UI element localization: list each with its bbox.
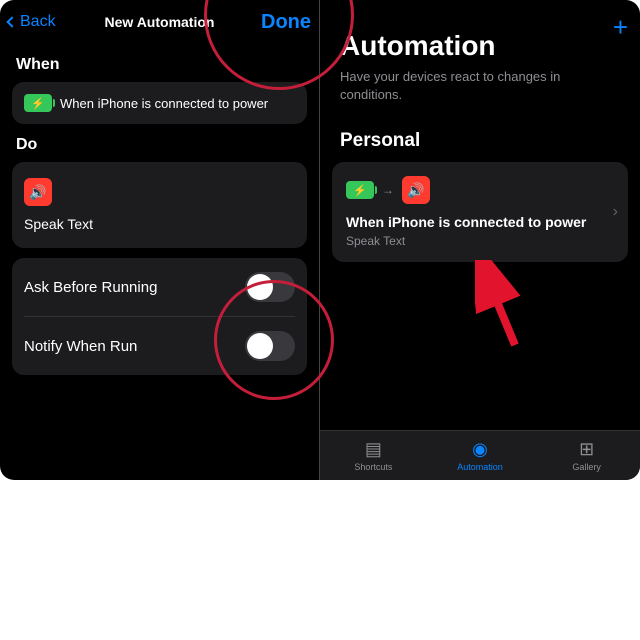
action-name: Speak Text: [24, 216, 295, 232]
grid-icon: ⊞: [579, 439, 594, 460]
battery-charging-icon: ⚡: [24, 94, 52, 112]
when-condition-text: When iPhone is connected to power: [60, 96, 268, 111]
clock-icon: ◉: [472, 439, 488, 460]
tab-automation[interactable]: ◉ Automation: [450, 439, 510, 472]
arrow-right-icon: →: [382, 183, 394, 197]
do-section-label: Do: [0, 124, 319, 162]
annotation-arrow: [475, 260, 525, 355]
annotation-circle-toggles: [214, 280, 334, 400]
new-automation-screen: Back New Automation Done When ⚡ When iPh…: [0, 0, 320, 480]
page-title: Automation: [320, 0, 640, 68]
back-button[interactable]: Back: [8, 13, 56, 31]
add-automation-button[interactable]: +: [613, 12, 628, 43]
tab-bar: ▤ Shortcuts ◉ Automation ⊞ Gallery: [320, 430, 640, 480]
ask-before-running-label: Ask Before Running: [24, 279, 157, 296]
chevron-right-icon: ›: [613, 203, 618, 221]
page-subtitle: Have your devices react to changes in co…: [320, 68, 640, 120]
battery-charging-icon: ⚡: [346, 181, 374, 199]
automation-icons-row: ⚡ → 🔊: [346, 176, 614, 204]
chevron-left-icon: [6, 16, 17, 27]
tab-label: Shortcuts: [354, 462, 392, 472]
personal-section-label: Personal: [320, 120, 640, 162]
tab-label: Automation: [457, 462, 503, 472]
tab-shortcuts[interactable]: ▤ Shortcuts: [343, 439, 403, 472]
tab-label: Gallery: [572, 462, 601, 472]
nav-title: New Automation: [105, 14, 215, 30]
automation-title: When iPhone is connected to power: [346, 214, 614, 230]
automation-item[interactable]: ⚡ → 🔊 When iPhone is connected to power …: [332, 162, 628, 262]
notify-when-run-label: Notify When Run: [24, 338, 137, 355]
automation-subtitle: Speak Text: [346, 234, 614, 248]
speaker-icon: 🔊: [24, 178, 52, 206]
automation-list-screen: + Automation Have your devices react to …: [320, 0, 640, 480]
stack-icon: ▤: [365, 439, 382, 460]
back-label: Back: [20, 13, 56, 31]
do-action-card[interactable]: 🔊 Speak Text: [12, 162, 307, 248]
speaker-icon: 🔊: [402, 176, 430, 204]
tab-gallery[interactable]: ⊞ Gallery: [557, 439, 617, 472]
